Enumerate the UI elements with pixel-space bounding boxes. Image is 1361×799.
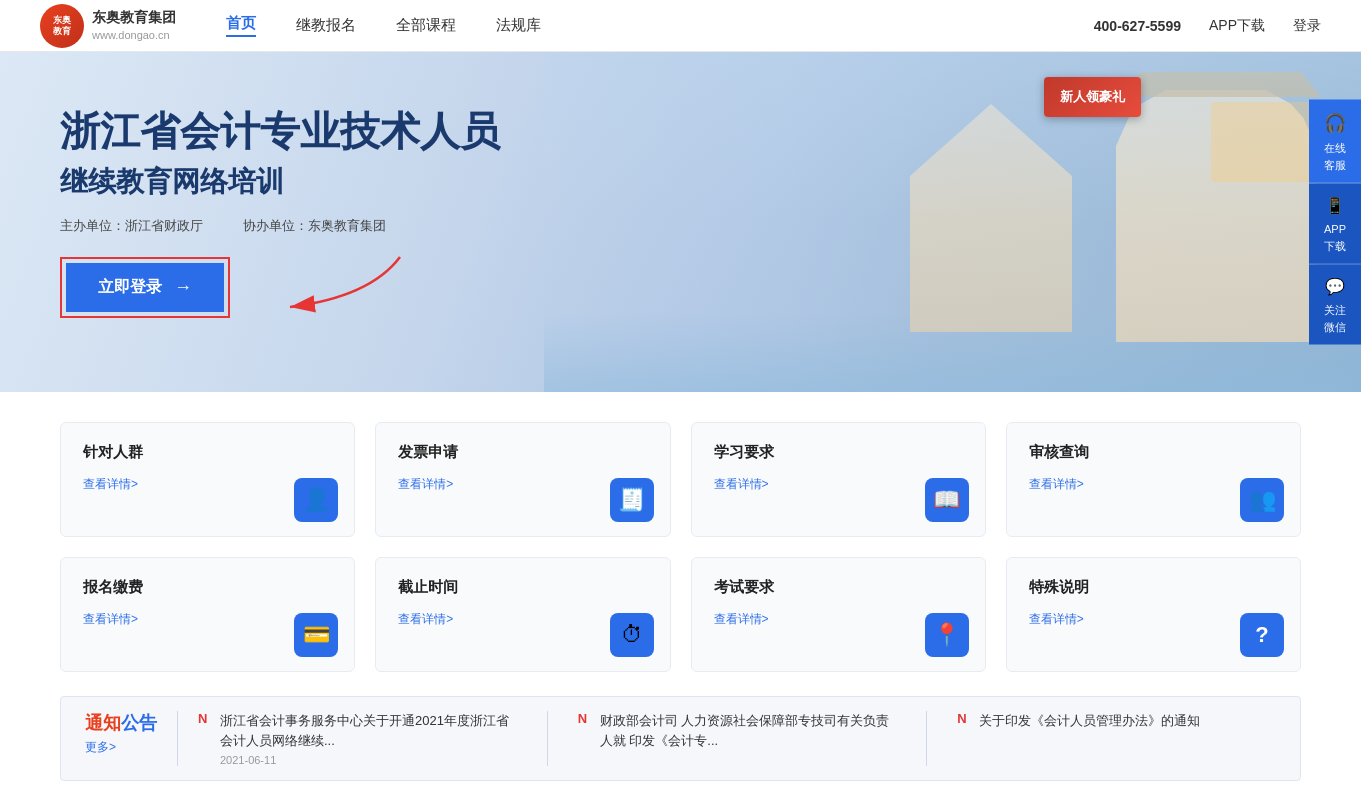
login-link[interactable]: 登录 xyxy=(1293,17,1321,35)
card-title: 特殊说明 xyxy=(1029,578,1278,597)
app-download-link[interactable]: APP下载 xyxy=(1209,17,1265,35)
special-icon: ? xyxy=(1240,613,1284,657)
card-title: 学习要求 xyxy=(714,443,963,462)
cards-grid: 针对人群 查看详情> 👤 发票申请 查看详情> 🧾 学习要求 查看详情> 📖 审… xyxy=(60,422,1301,672)
notice-item-1[interactable]: N 浙江省会计事务服务中心关于开通2021年度浙江省会计人员网络继续... 20… xyxy=(198,711,517,766)
card-title: 截止时间 xyxy=(398,578,647,597)
side-btn-app[interactable]: 📱 APP下载 xyxy=(1309,184,1361,265)
service-label: 在线客服 xyxy=(1313,140,1357,173)
card-title: 针对人群 xyxy=(83,443,332,462)
exam-icon: 📍 xyxy=(925,613,969,657)
notice-label-accent: 公告 xyxy=(121,713,157,733)
new-user-badge-label: 新人领豪礼 xyxy=(1060,87,1125,107)
app-label: APP下载 xyxy=(1313,221,1357,254)
login-button-label: 立即登录 xyxy=(98,277,162,298)
notice-divider xyxy=(177,711,178,766)
notice-item-3[interactable]: N 关于印发《会计人员管理办法》的通知 xyxy=(957,711,1276,735)
hero-subtitle: 继续教育网络培训 xyxy=(60,163,1301,201)
nav-link-home[interactable]: 首页 xyxy=(226,14,256,37)
study-icon: 📖 xyxy=(925,478,969,522)
logo-sub: www.dongao.cn xyxy=(92,28,176,43)
app-icon: 📱 xyxy=(1313,194,1357,218)
invoice-icon: 🧾 xyxy=(610,478,654,522)
navigation: 东奥教育 东奥教育集团 www.dongao.cn 首页 继教报名 全部课程 法… xyxy=(0,0,1361,52)
logo[interactable]: 东奥教育 东奥教育集团 www.dongao.cn xyxy=(40,4,176,48)
card-special-note[interactable]: 特殊说明 查看详情> ? xyxy=(1006,557,1301,672)
nav-right: 400-627-5599 APP下载 登录 xyxy=(1094,17,1321,35)
card-study-req[interactable]: 学习要求 查看详情> 📖 xyxy=(691,422,986,537)
new-user-badge[interactable]: 新人领豪礼 xyxy=(1044,77,1141,117)
notice-icon-1: N xyxy=(198,711,214,726)
nav-link-jijiao[interactable]: 继教报名 xyxy=(296,16,356,35)
login-button-box: 立即登录 → xyxy=(60,257,230,318)
card-title: 发票申请 xyxy=(398,443,647,462)
notice-label-section: 通知公告 更多> xyxy=(85,711,157,756)
card-title: 报名缴费 xyxy=(83,578,332,597)
notice-date-1: 2021-06-11 xyxy=(198,754,517,766)
notice-icon-2: N xyxy=(578,711,594,726)
service-icon: 🎧 xyxy=(1313,110,1357,137)
side-btn-service[interactable]: 🎧 在线客服 xyxy=(1309,100,1361,184)
red-arrow-annotation xyxy=(210,247,410,341)
notice-more-link[interactable]: 更多> xyxy=(85,739,116,756)
hero-co-host: 协办单位：东奥教育集团 xyxy=(243,217,386,235)
arrow-icon: → xyxy=(174,277,192,298)
card-title: 考试要求 xyxy=(714,578,963,597)
card-exam-req[interactable]: 考试要求 查看详情> 📍 xyxy=(691,557,986,672)
notice-label: 通知公告 xyxy=(85,711,157,735)
deadline-icon: ⏱ xyxy=(610,613,654,657)
hero-host: 主办单位：浙江省财政厅 xyxy=(60,217,203,235)
wechat-label: 关注微信 xyxy=(1313,302,1357,335)
card-deadline[interactable]: 截止时间 查看详情> ⏱ xyxy=(375,557,670,672)
notice-title-1: 浙江省会计事务服务中心关于开通2021年度浙江省会计人员网络继续... xyxy=(220,711,517,750)
notice-bar: 通知公告 更多> N 浙江省会计事务服务中心关于开通2021年度浙江省会计人员网… xyxy=(60,696,1301,781)
card-target-group[interactable]: 针对人群 查看详情> 👤 xyxy=(60,422,355,537)
logo-brand: 东奥教育集团 xyxy=(92,8,176,28)
hero-content: 浙江省会计专业技术人员 继续教育网络培训 主办单位：浙江省财政厅 协办单位：东奥… xyxy=(0,52,1361,373)
side-btn-wechat[interactable]: 💬 关注微信 xyxy=(1309,265,1361,345)
notice-items: N 浙江省会计事务服务中心关于开通2021年度浙江省会计人员网络继续... 20… xyxy=(198,711,1276,766)
notice-title-3: 关于印发《会计人员管理办法》的通知 xyxy=(979,711,1200,731)
nav-phone: 400-627-5599 xyxy=(1094,18,1181,34)
main-content: 针对人群 查看详情> 👤 发票申请 查看详情> 🧾 学习要求 查看详情> 📖 审… xyxy=(0,392,1361,799)
notice-item-2[interactable]: N 财政部会计司 人力资源社会保障部专技司有关负责人就 印发《会计专... xyxy=(578,711,897,754)
card-invoice[interactable]: 发票申请 查看详情> 🧾 xyxy=(375,422,670,537)
card-audit[interactable]: 审核查询 查看详情> 👥 xyxy=(1006,422,1301,537)
wechat-icon: 💬 xyxy=(1313,275,1357,299)
side-buttons: 🎧 在线客服 📱 APP下载 💬 关注微信 xyxy=(1309,100,1361,345)
login-button[interactable]: 立即登录 → xyxy=(66,263,224,312)
target-group-icon: 👤 xyxy=(294,478,338,522)
notice-divider-2 xyxy=(547,711,548,766)
notice-icon-3: N xyxy=(957,711,973,726)
card-registration[interactable]: 报名缴费 查看详情> 💳 xyxy=(60,557,355,672)
notice-title-2: 财政部会计司 人力资源社会保障部专技司有关负责人就 印发《会计专... xyxy=(600,711,897,750)
notice-label-regular: 通知 xyxy=(85,713,121,733)
audit-icon: 👥 xyxy=(1240,478,1284,522)
notice-divider-3 xyxy=(926,711,927,766)
nav-links: 首页 继教报名 全部课程 法规库 xyxy=(226,14,541,37)
nav-link-courses[interactable]: 全部课程 xyxy=(396,16,456,35)
hero-section: 新人领豪礼 浙江省会计专业技术人员 继续教育网络培训 主办单位：浙江省财政厅 协… xyxy=(0,52,1361,392)
nav-link-law[interactable]: 法规库 xyxy=(496,16,541,35)
registration-icon: 💳 xyxy=(294,613,338,657)
hero-org-info: 主办单位：浙江省财政厅 协办单位：东奥教育集团 xyxy=(60,217,1301,235)
card-title: 审核查询 xyxy=(1029,443,1278,462)
